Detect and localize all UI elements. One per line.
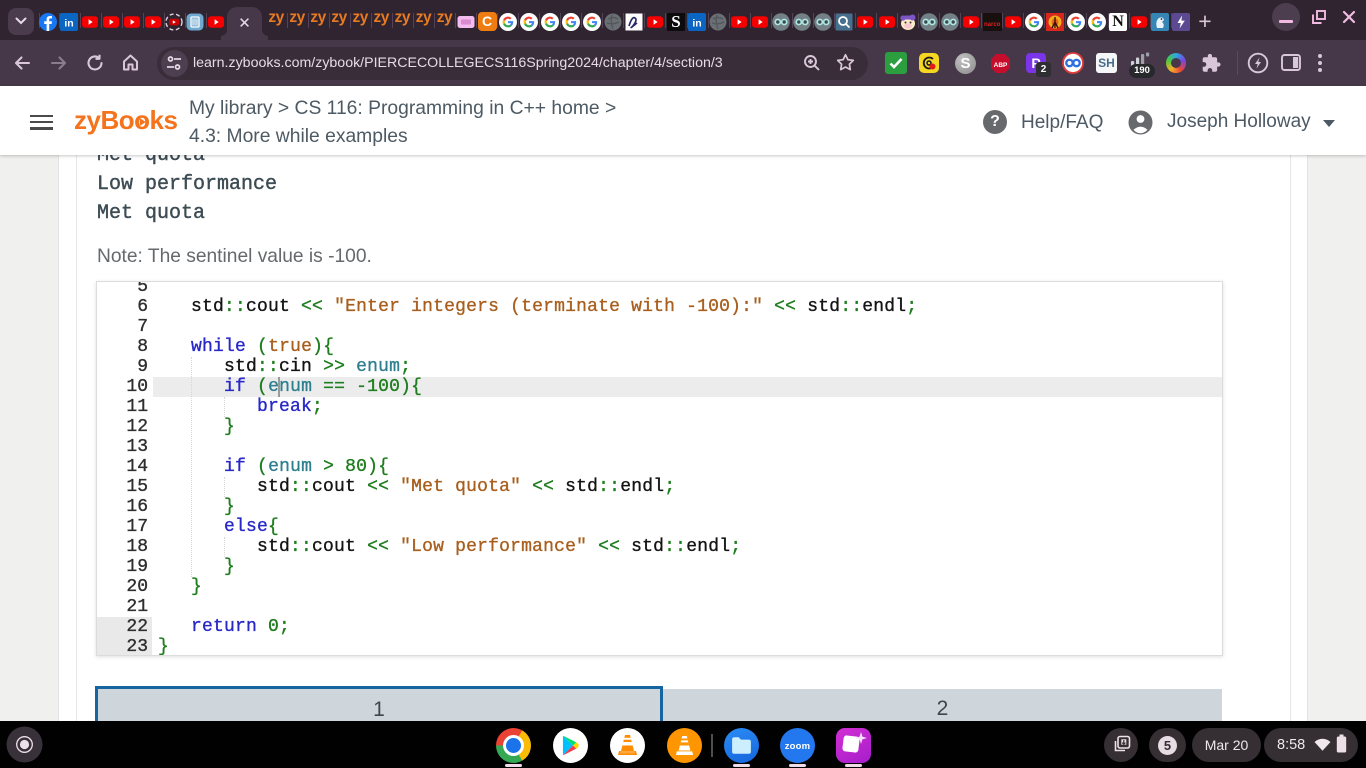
- svg-text:ABP: ABP: [994, 62, 1008, 69]
